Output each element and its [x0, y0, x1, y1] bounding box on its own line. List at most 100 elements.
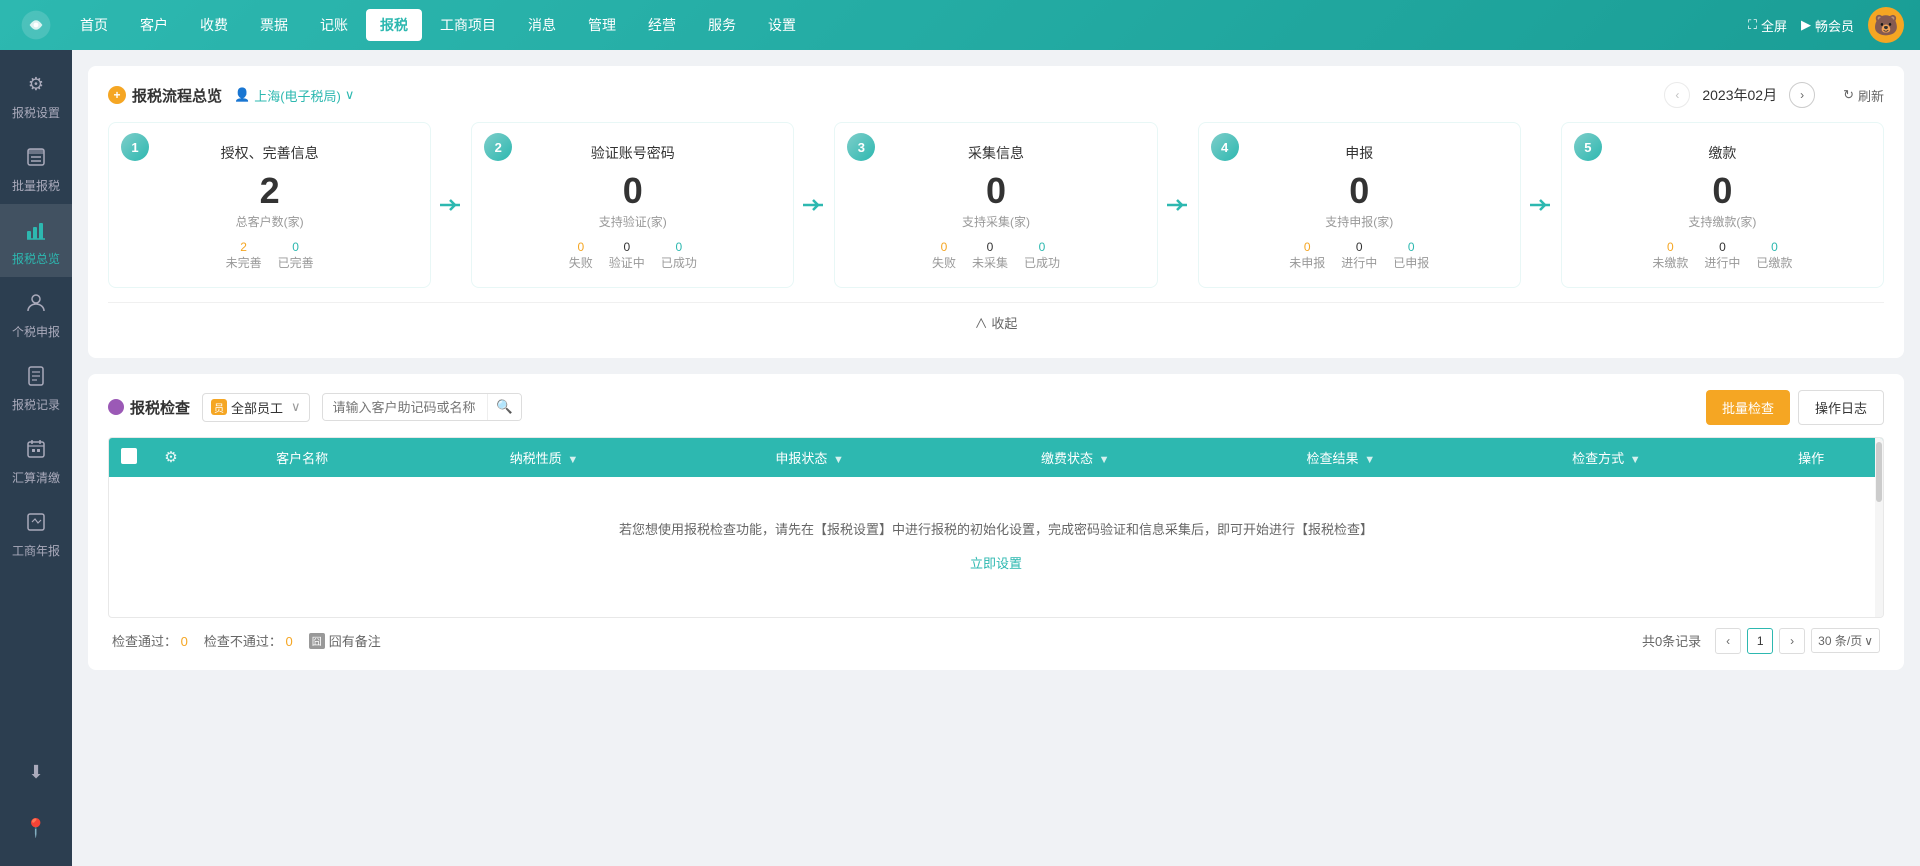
next-page-button[interactable]: › — [1779, 628, 1805, 654]
refresh-button[interactable]: ↻ 刷新 — [1843, 86, 1884, 105]
sidebar-item-batch-tax[interactable]: 批量报税 — [0, 131, 72, 204]
nav-item-operation[interactable]: 经营 — [634, 9, 690, 41]
step-stat-incomplete: 2 未完善 — [226, 240, 262, 271]
step-card-5: 5 缴款 0 支持缴款(家) 0 未缴款 0 进行中 0 已缴款 — [1561, 122, 1884, 288]
fullscreen-icon: ⛶ — [1748, 17, 1757, 33]
search-button[interactable]: 🔍 — [487, 394, 521, 420]
step-title-3: 采集信息 — [851, 143, 1140, 163]
first-page-button[interactable]: ‹ — [1715, 628, 1741, 654]
nav-item-tax[interactable]: 报税 — [366, 9, 422, 41]
sidebar: ⚙ 报税设置 批量报税 报税总览 — [0, 50, 72, 866]
location-selector[interactable]: 👤 上海(电子税局) ∨ — [234, 86, 354, 105]
nav-item-home[interactable]: 首页 — [66, 9, 122, 41]
operation-log-button[interactable]: 操作日志 — [1798, 390, 1884, 425]
nav-item-message[interactable]: 消息 — [514, 9, 570, 41]
download-icon: ⬇ — [20, 756, 52, 788]
member-button[interactable]: ▶ 畅会员 — [1801, 16, 1854, 35]
sidebar-item-location[interactable]: 📍 — [16, 802, 56, 854]
sidebar-item-personal-tax[interactable]: 个税申报 — [0, 277, 72, 350]
overview-section: + 报税流程总览 👤 上海(电子税局) ∨ ‹ 2023年02月 › ↻ 刷新 … — [88, 66, 1904, 358]
note-icon: 囧 — [309, 633, 325, 649]
step-stat-declared: 0 已申报 — [1393, 240, 1429, 271]
sidebar-bottom: ⬇ 📍 — [16, 746, 56, 866]
step-number-5: 5 — [1574, 133, 1602, 161]
staff-selector[interactable]: 员 全部员工 ∨ — [202, 393, 310, 422]
step-stat-success-3: 0 已成功 — [1024, 240, 1060, 271]
sidebar-item-download[interactable]: ⬇ — [16, 746, 56, 798]
per-page-selector[interactable]: 30 条/页 ∨ — [1811, 628, 1880, 653]
step-stats-4: 0 未申报 0 进行中 0 已申报 — [1215, 240, 1504, 271]
check-title: 报税检查 — [108, 397, 190, 418]
check-pass-count[interactable]: 0 — [181, 634, 188, 649]
col-operation: 操作 — [1739, 438, 1883, 477]
pagination: 共0条记录 ‹ 1 › 30 条/页 ∨ — [1642, 628, 1880, 654]
check-method-filter-icon[interactable]: ▼ — [1630, 454, 1641, 466]
step-title-5: 缴款 — [1578, 143, 1867, 163]
select-all-checkbox[interactable] — [121, 448, 137, 464]
user-avatar[interactable]: 🐻 — [1868, 7, 1904, 43]
fullscreen-label: 全屏 — [1761, 16, 1787, 35]
nav-right-area: ⛶ 全屏 ▶ 畅会员 🐻 — [1748, 7, 1904, 43]
next-month-button[interactable]: › — [1789, 82, 1815, 108]
nav-item-service[interactable]: 服务 — [694, 9, 750, 41]
top-navigation: 首页 客户 收费 票据 记账 报税 工商项目 消息 管理 经营 服务 设置 ⛶ … — [0, 0, 1920, 50]
col-tax-nature: 纳税性质 ▼ — [411, 438, 677, 477]
step-stat-paid: 0 已缴款 — [1756, 240, 1792, 271]
main-content: + 报税流程总览 👤 上海(电子税局) ∨ ‹ 2023年02月 › ↻ 刷新 … — [72, 50, 1920, 866]
sidebar-item-annual-report[interactable]: 工商年报 — [0, 496, 72, 569]
step-title-1: 授权、完善信息 — [125, 143, 414, 163]
gear-icon[interactable]: ⚙ — [162, 448, 180, 466]
nav-item-fees[interactable]: 收费 — [186, 9, 242, 41]
step-stat-fail-2: 0 失败 — [569, 240, 593, 271]
step-stat-fail-3: 0 失败 — [932, 240, 956, 271]
step-number-2: 2 — [484, 133, 512, 161]
data-table-wrapper: ⚙ 客户名称 纳税性质 ▼ 申报状态 ▼ — [108, 437, 1884, 618]
fullscreen-button[interactable]: ⛶ 全屏 — [1748, 16, 1787, 35]
nav-item-invoice[interactable]: 票据 — [246, 9, 302, 41]
nav-item-business[interactable]: 工商项目 — [426, 9, 510, 41]
member-label: 畅会员 — [1815, 16, 1854, 35]
empty-message: 若您想使用报税检查功能，请先在【报税设置】中进行报税的初始化设置，完成密码验证和… — [109, 477, 1883, 617]
collapse-button[interactable]: ∧ 收起 — [108, 302, 1884, 342]
annual-settlement-icon — [20, 433, 52, 465]
nav-item-manage[interactable]: 管理 — [574, 9, 630, 41]
batch-check-button[interactable]: 批量检查 — [1706, 390, 1790, 425]
step-card-1: 1 授权、完善信息 2 总客户数(家) 2 未完善 0 已完善 — [108, 122, 431, 288]
dropdown-icon: ∨ — [291, 399, 301, 415]
batch-tax-icon — [20, 141, 52, 173]
tax-nature-filter-icon[interactable]: ▼ — [567, 454, 578, 466]
sidebar-item-tax-record[interactable]: 报税记录 — [0, 350, 72, 423]
step-card-2: 2 验证账号密码 0 支持验证(家) 0 失败 0 验证中 0 已成功 — [471, 122, 794, 288]
step-subtitle-4: 支持申报(家) — [1215, 213, 1504, 230]
setup-link[interactable]: 立即设置 — [970, 556, 1022, 571]
staff-icon: 员 — [211, 399, 227, 415]
sidebar-item-annual-settlement[interactable]: 汇算清缴 — [0, 423, 72, 496]
check-fail-count[interactable]: 0 — [286, 634, 293, 649]
scrollbar-thumb[interactable] — [1876, 442, 1882, 502]
tax-record-icon — [20, 360, 52, 392]
payment-status-filter-icon[interactable]: ▼ — [1099, 454, 1110, 466]
sidebar-item-tax-settings[interactable]: ⚙ 报税设置 — [0, 58, 72, 131]
scrollbar[interactable] — [1875, 438, 1883, 617]
arrow-4 — [1521, 122, 1561, 288]
nav-item-settings[interactable]: 设置 — [754, 9, 810, 41]
arrow-2 — [794, 122, 834, 288]
step-card-3: 3 采集信息 0 支持采集(家) 0 失败 0 未采集 0 已成功 — [834, 122, 1157, 288]
check-pass-stat: 检查通过： 0 — [112, 631, 188, 650]
search-input[interactable] — [323, 395, 487, 420]
declaration-status-filter-icon[interactable]: ▼ — [833, 454, 844, 466]
location-person-icon: 👤 — [234, 87, 250, 103]
step-stat-uncollected: 0 未采集 — [972, 240, 1008, 271]
nav-item-client[interactable]: 客户 — [126, 9, 182, 41]
steps-row: 1 授权、完善信息 2 总客户数(家) 2 未完善 0 已完善 — [108, 122, 1884, 288]
sidebar-item-tax-overview[interactable]: 报税总览 — [0, 204, 72, 277]
nav-item-accounting[interactable]: 记账 — [306, 9, 362, 41]
check-result-filter-icon[interactable]: ▼ — [1364, 454, 1375, 466]
step-stat-success-2: 0 已成功 — [661, 240, 697, 271]
step-subtitle-2: 支持验证(家) — [488, 213, 777, 230]
step-subtitle-1: 总客户数(家) — [125, 213, 414, 230]
step-title-4: 申报 — [1215, 143, 1504, 163]
overview-icon: + — [108, 86, 126, 104]
step-count-5: 0 — [1578, 171, 1867, 211]
prev-month-button[interactable]: ‹ — [1664, 82, 1690, 108]
